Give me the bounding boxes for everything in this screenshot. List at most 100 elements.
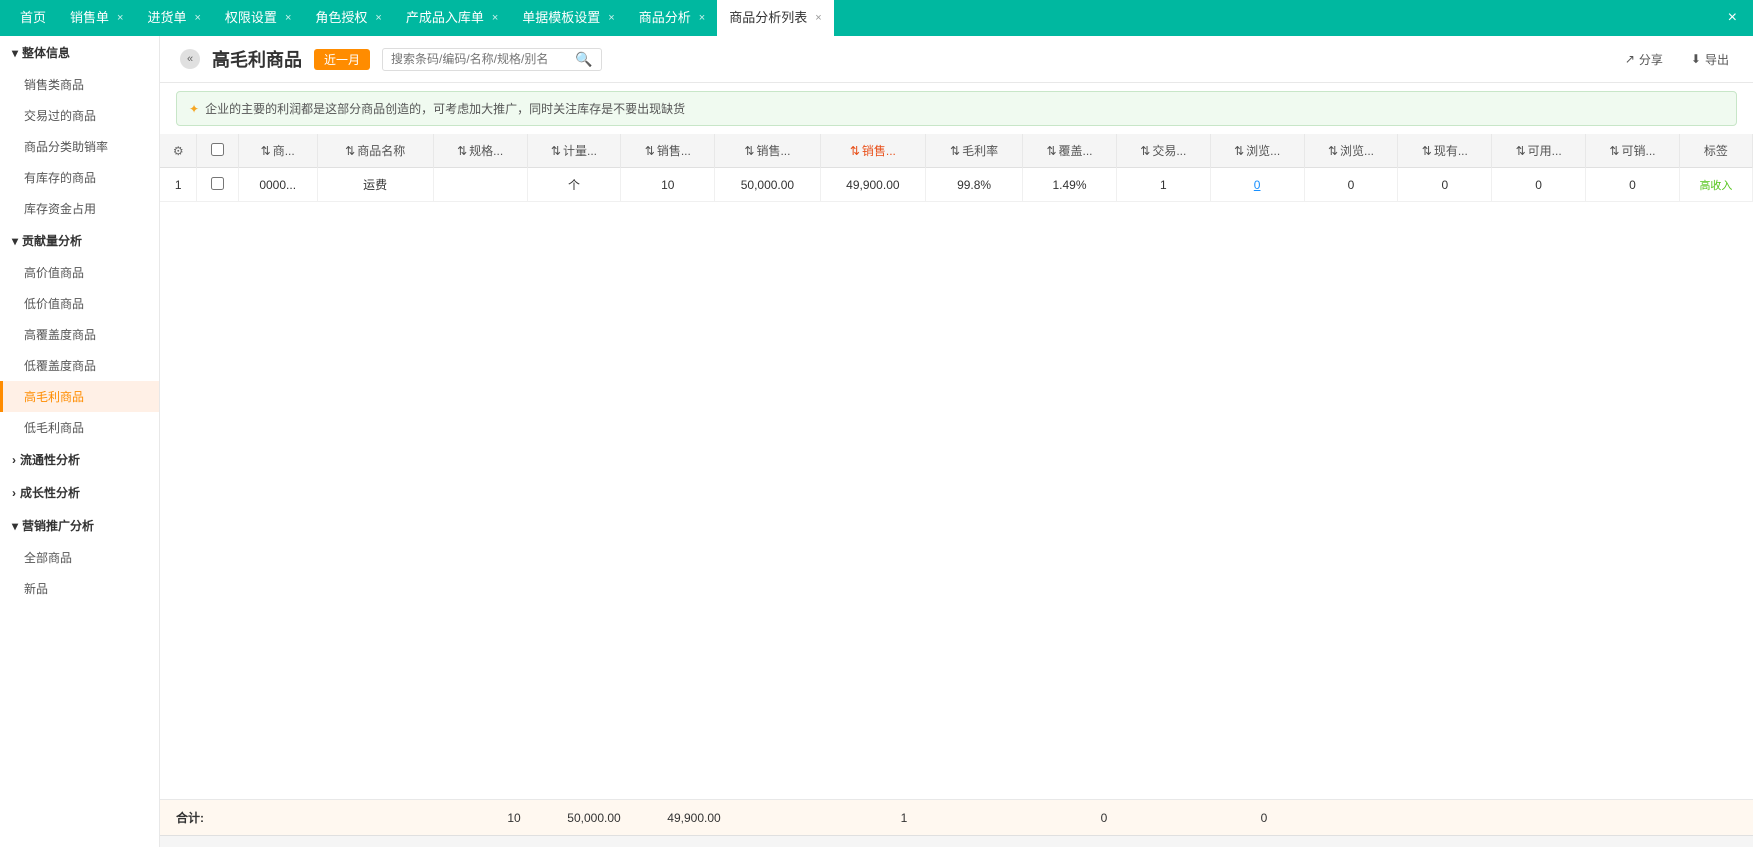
nav-template-settings[interactable]: 单据模板设置 × [510, 0, 626, 36]
table-header-row: ⚙ ⇅ 商... ⇅ [160, 134, 1753, 168]
content-area: « 高毛利商品 近一月 🔍 ↗ 分享 ⬇ 导出 ✦ 企业的主要的利润都是这部 [160, 36, 1753, 847]
cell-name: 运费 [317, 168, 433, 202]
close-sales-order[interactable]: × [117, 0, 123, 36]
info-banner: ✦ 企业的主要的利润都是这部分商品创造的，可考虑加大推广，同时关注库存是不要出现… [176, 91, 1737, 126]
header-actions: ↗ 分享 ⬇ 导出 [1617, 47, 1737, 72]
col-gross-margin: ⇅ 毛利率 [926, 134, 1023, 168]
cell-sales-profit: 49,900.00 [820, 168, 925, 202]
col-browse1: ⇅ 浏览... [1210, 134, 1304, 168]
footer-stock-saleable: 0 [1224, 811, 1304, 825]
sidebar-item-high-value[interactable]: 高价值商品 [0, 257, 159, 288]
share-button[interactable]: ↗ 分享 [1617, 47, 1671, 72]
page-title: 高毛利商品 [212, 46, 302, 72]
sidebar-item-all-goods[interactable]: 全部商品 [0, 542, 159, 573]
col-coverage: ⇅ 覆盖... [1023, 134, 1117, 168]
cell-stock-saleable: 0 [1586, 168, 1680, 202]
sidebar-item-low-coverage[interactable]: 低覆盖度商品 [0, 350, 159, 381]
nav-permission-settings[interactable]: 权限设置 × [213, 0, 303, 36]
nav-product-analysis[interactable]: 商品分析 × [627, 0, 717, 36]
cell-gross-margin: 99.8% [926, 168, 1023, 202]
nav-product-analysis-list[interactable]: 商品分析列表 × [717, 0, 833, 36]
cell-sales-qty: 10 [621, 168, 715, 202]
content-header: « 高毛利商品 近一月 🔍 ↗ 分享 ⬇ 导出 [160, 36, 1753, 83]
close-purchase-order[interactable]: × [194, 0, 200, 36]
col-transaction: ⇅ 交易... [1116, 134, 1210, 168]
footer-transaction: 1 [864, 811, 944, 825]
cell-browse1[interactable]: 0 [1210, 168, 1304, 202]
col-stock-saleable: ⇅ 可销... [1586, 134, 1680, 168]
col-sales-profit: ⇅ 销售... [820, 134, 925, 168]
top-navigation: 首页 销售单 × 进货单 × 权限设置 × 角色授权 × 产成品入库单 × 单据… [0, 0, 1753, 36]
select-all-checkbox[interactable] [211, 143, 224, 156]
cell-code: 0000... [238, 168, 317, 202]
nav-role-auth[interactable]: 角色授权 × [303, 0, 393, 36]
col-stock-available: ⇅ 可用... [1492, 134, 1586, 168]
cell-checkbox[interactable] [197, 168, 238, 202]
col-spec: ⇅ 规格... [433, 134, 527, 168]
cell-coverage: 1.49% [1023, 168, 1117, 202]
sidebar-group-marketing[interactable]: ▾ 营销推广分析 [0, 509, 159, 542]
close-product-analysis[interactable]: × [699, 0, 705, 36]
time-filter-button[interactable]: 近一月 [314, 49, 370, 70]
sidebar-item-low-value[interactable]: 低价值商品 [0, 288, 159, 319]
window-close-button[interactable]: × [1720, 9, 1745, 27]
sidebar-group-growth[interactable]: › 成长性分析 [0, 476, 159, 509]
col-code: ⇅ 商... [238, 134, 317, 168]
cell-tag: 高收入 [1679, 168, 1752, 202]
sidebar-group-contribution[interactable]: ▾ 贡献量分析 [0, 224, 159, 257]
nav-home[interactable]: 首页 [8, 0, 58, 36]
sidebar-item-stocked-goods[interactable]: 有库存的商品 [0, 162, 159, 193]
col-sales-amount: ⇅ 销售... [715, 134, 820, 168]
cell-index: 1 [160, 168, 197, 202]
cell-unit: 个 [527, 168, 621, 202]
sidebar-group-liquidity[interactable]: › 流通性分析 [0, 443, 159, 476]
sidebar-item-category-rate[interactable]: 商品分类助销率 [0, 131, 159, 162]
footer-label: 合计: [176, 809, 204, 826]
col-checkbox[interactable] [197, 134, 238, 168]
close-product-analysis-list[interactable]: × [815, 0, 821, 36]
nav-product-inbound[interactable]: 产成品入库单 × [394, 0, 510, 36]
sidebar-item-sales-goods[interactable]: 销售类商品 [0, 69, 159, 100]
footer-sales-profit: 49,900.00 [644, 811, 744, 825]
search-icon[interactable]: 🔍 [575, 51, 592, 68]
close-product-inbound[interactable]: × [492, 0, 498, 36]
sidebar-item-new-goods[interactable]: 新品 [0, 573, 159, 604]
footer-sales-amount: 50,000.00 [544, 811, 644, 825]
nav-sales-order[interactable]: 销售单 × [58, 0, 135, 36]
search-input[interactable] [391, 52, 571, 66]
col-tag: 标签 [1679, 134, 1752, 168]
bulb-icon: ✦ [189, 102, 199, 116]
row-checkbox[interactable] [211, 177, 224, 190]
sidebar-item-stock-capital[interactable]: 库存资金占用 [0, 193, 159, 224]
data-table-container: ⚙ ⇅ 商... ⇅ [160, 134, 1753, 799]
cell-stock-current: 0 [1398, 168, 1492, 202]
close-template-settings[interactable]: × [608, 0, 614, 36]
nav-purchase-order[interactable]: 进货单 × [135, 0, 212, 36]
col-unit: ⇅ 计量... [527, 134, 621, 168]
col-sales-qty: ⇅ 销售... [621, 134, 715, 168]
col-settings[interactable]: ⚙ [160, 134, 197, 168]
sidebar-item-traded-goods[interactable]: 交易过的商品 [0, 100, 159, 131]
footer-cells: 10 50,000.00 49,900.00 1 0 0 [224, 811, 1737, 825]
sidebar-item-low-margin[interactable]: 低毛利商品 [0, 412, 159, 443]
footer-sales-qty: 10 [484, 811, 544, 825]
close-role-auth[interactable]: × [375, 0, 381, 36]
sidebar-collapse-button[interactable]: « [180, 49, 200, 69]
col-stock-current: ⇅ 现有... [1398, 134, 1492, 168]
main-layout: ▾ 整体信息 销售类商品 交易过的商品 商品分类助销率 有库存的商品 库存资金占… [0, 36, 1753, 847]
sidebar-item-high-coverage[interactable]: 高覆盖度商品 [0, 319, 159, 350]
cell-transaction: 1 [1116, 168, 1210, 202]
sidebar-group-overall[interactable]: ▾ 整体信息 [0, 36, 159, 69]
export-button[interactable]: ⬇ 导出 [1683, 47, 1737, 72]
horizontal-scrollbar[interactable] [160, 835, 1753, 847]
cell-sales-amount: 50,000.00 [715, 168, 820, 202]
cell-stock-available: 0 [1492, 168, 1586, 202]
close-permission-settings[interactable]: × [285, 0, 291, 36]
share-icon: ↗ [1625, 52, 1635, 66]
cell-browse2: 0 [1304, 168, 1398, 202]
footer-stock-current: 0 [1064, 811, 1144, 825]
col-name: ⇅ 商品名称 [317, 134, 433, 168]
sidebar-item-high-margin[interactable]: 高毛利商品 [0, 381, 159, 412]
sidebar: ▾ 整体信息 销售类商品 交易过的商品 商品分类助销率 有库存的商品 库存资金占… [0, 36, 160, 847]
data-table: ⚙ ⇅ 商... ⇅ [160, 134, 1753, 202]
